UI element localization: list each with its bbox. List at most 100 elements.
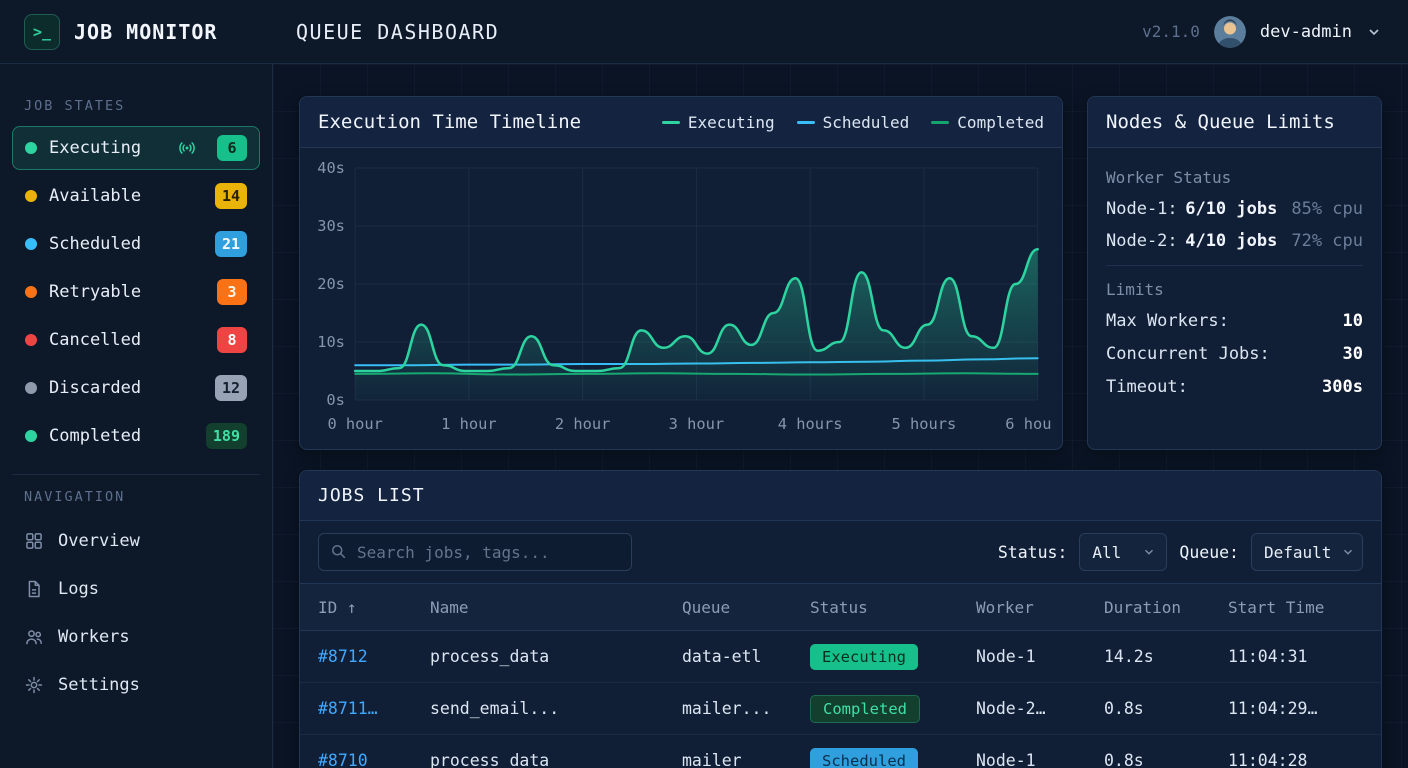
state-label: Completed: [49, 426, 142, 446]
svg-text:4 hours: 4 hours: [778, 415, 843, 433]
state-label: Executing: [49, 138, 142, 158]
table-row[interactable]: #8712 process_data data-etl Executing No…: [300, 631, 1381, 683]
status-filter-select[interactable]: All: [1079, 533, 1168, 571]
chevron-down-icon[interactable]: [1366, 24, 1382, 40]
column-header-start-time[interactable]: Start Time: [1228, 598, 1363, 617]
page-title: QUEUE DASHBOARD: [296, 19, 500, 44]
column-header-duration[interactable]: Duration: [1104, 598, 1228, 617]
svg-text:2 hour: 2 hour: [555, 415, 610, 433]
legend-completed: Completed: [931, 113, 1044, 132]
state-dot: [25, 238, 37, 250]
jobs-list-card: JOBS LIST Status: All: [299, 470, 1382, 768]
sidebar-item-overview[interactable]: Overview: [12, 517, 260, 565]
state-dot: [25, 334, 37, 346]
sidebar-state-completed[interactable]: Completed 189: [12, 414, 260, 458]
state-count-badge: 12: [214, 375, 247, 401]
svg-text:10s: 10s: [317, 333, 345, 351]
table-row[interactable]: #8711… send_email... mailer... Completed…: [300, 683, 1381, 735]
job-queue: mailer: [682, 751, 742, 768]
svg-text:6 hours: 6 hours: [1005, 415, 1052, 433]
job-duration: 14.2s: [1104, 647, 1154, 666]
grid-icon: [24, 531, 44, 551]
svg-text:20s: 20s: [317, 275, 345, 293]
search-input[interactable]: [318, 533, 632, 571]
column-header-name[interactable]: Name: [430, 598, 682, 617]
sidebar-state-executing[interactable]: Executing 6: [12, 126, 260, 170]
users-icon: [24, 627, 44, 647]
worker-status-header: Worker Status: [1106, 168, 1232, 187]
job-start-time: 11:04:28: [1228, 751, 1308, 768]
job-id-link[interactable]: #8712: [318, 647, 368, 666]
sidebar-state-available[interactable]: Available 14: [12, 174, 260, 218]
avatar[interactable]: [1213, 15, 1246, 48]
nav-label: Workers: [58, 627, 130, 647]
svg-text:30s: 30s: [317, 217, 345, 235]
table-row[interactable]: #8710 process_data mailer Scheduled Node…: [300, 735, 1381, 768]
topbar: >_ JOB MONITOR QUEUE DASHBOARD v2.1.0 de…: [0, 0, 1408, 64]
state-count-badge: 3: [217, 279, 247, 305]
chart-legend: Executing Scheduled Completed: [661, 113, 1044, 132]
state-count-badge: 8: [217, 327, 247, 353]
status-badge: Executing: [810, 643, 918, 670]
nodes-card-header: Nodes & Queue Limits: [1088, 97, 1381, 148]
sidebar-state-cancelled[interactable]: Cancelled 8: [12, 318, 260, 362]
username[interactable]: dev-admin: [1260, 22, 1352, 42]
sidebar-item-settings[interactable]: Settings: [12, 661, 260, 709]
legend-scheduled: Scheduled: [796, 113, 909, 132]
job-duration: 0.8s: [1104, 751, 1144, 768]
sidebar-state-retryable[interactable]: Retryable 3: [12, 270, 260, 314]
jobs-title: JOBS LIST: [318, 485, 425, 506]
job-worker: Node-1: [976, 751, 1036, 768]
job-name: process_data: [430, 751, 550, 768]
nav-label: Logs: [58, 579, 99, 599]
state-count-badge: 21: [214, 231, 247, 257]
jobs-controls: Status: All Queue: Default: [300, 521, 1381, 583]
chevron-down-icon: [1341, 545, 1355, 559]
app-root: >_ JOB MONITOR QUEUE DASHBOARD v2.1.0 de…: [0, 0, 1408, 768]
worker-row-node-1: Node-1: 6/10 jobs 85% cpu: [1106, 199, 1363, 219]
svg-text:1 hour: 1 hour: [441, 415, 496, 433]
sidebar-state-discarded[interactable]: Discarded 12: [12, 366, 260, 410]
limit-max-workers: Max Workers: 10: [1106, 311, 1363, 331]
jobs-card-header: JOBS LIST: [300, 471, 1381, 521]
sidebar-item-workers[interactable]: Workers: [12, 613, 260, 661]
legend-swatch: [796, 120, 815, 124]
legend-executing: Executing: [661, 113, 775, 132]
job-queue: data-etl: [682, 647, 762, 666]
column-header-queue[interactable]: Queue: [682, 598, 810, 617]
job-id-link[interactable]: #8710: [318, 751, 368, 768]
app-title: JOB MONITOR: [74, 19, 218, 44]
search-icon: [329, 542, 347, 564]
queue-filter-select[interactable]: Default: [1251, 533, 1363, 571]
document-icon: [24, 579, 44, 599]
svg-text:5 hours: 5 hours: [892, 415, 957, 433]
chevron-down-icon: [1142, 545, 1156, 559]
execution-time-chart: 0s 10s 20s 30s 40s 0 hour 1 hour 2 hour 3 hour 4 …: [300, 148, 1070, 442]
state-label: Cancelled: [49, 330, 142, 350]
nodes-card: Nodes & Queue Limits Worker Status Node-…: [1087, 96, 1382, 450]
jobs-table: ID ↑ Name Queue Status Worker Duration S…: [300, 583, 1381, 768]
job-worker: Node-2…: [976, 699, 1046, 718]
column-header-worker[interactable]: Worker: [976, 598, 1104, 617]
sidebar-item-logs[interactable]: Logs: [12, 565, 260, 613]
sidebar-divider: [12, 474, 260, 475]
job-worker: Node-1: [976, 647, 1036, 666]
job-name: send_email...: [430, 699, 560, 718]
nav-label: Settings: [58, 675, 140, 695]
job-id-link[interactable]: #8711…: [318, 699, 378, 718]
status-filter-label: Status:: [997, 542, 1068, 562]
sidebar-state-scheduled[interactable]: Scheduled 21: [12, 222, 260, 266]
state-dot: [25, 382, 37, 394]
job-duration: 0.8s: [1104, 699, 1144, 718]
state-dot: [25, 190, 37, 202]
worker-row-node-2: Node-2: 4/10 jobs 72% cpu: [1106, 231, 1363, 251]
legend-swatch: [931, 120, 950, 124]
status-badge: Scheduled: [810, 747, 918, 768]
state-label: Retryable: [49, 282, 142, 302]
legend-swatch: [661, 120, 680, 124]
column-header-id[interactable]: ID ↑: [318, 598, 430, 617]
job-states-header: JOB STATES: [24, 98, 126, 114]
topbar-right: v2.1.0 dev-admin: [1142, 15, 1382, 48]
column-header-status[interactable]: Status: [810, 598, 976, 617]
svg-text:40s: 40s: [317, 159, 345, 177]
